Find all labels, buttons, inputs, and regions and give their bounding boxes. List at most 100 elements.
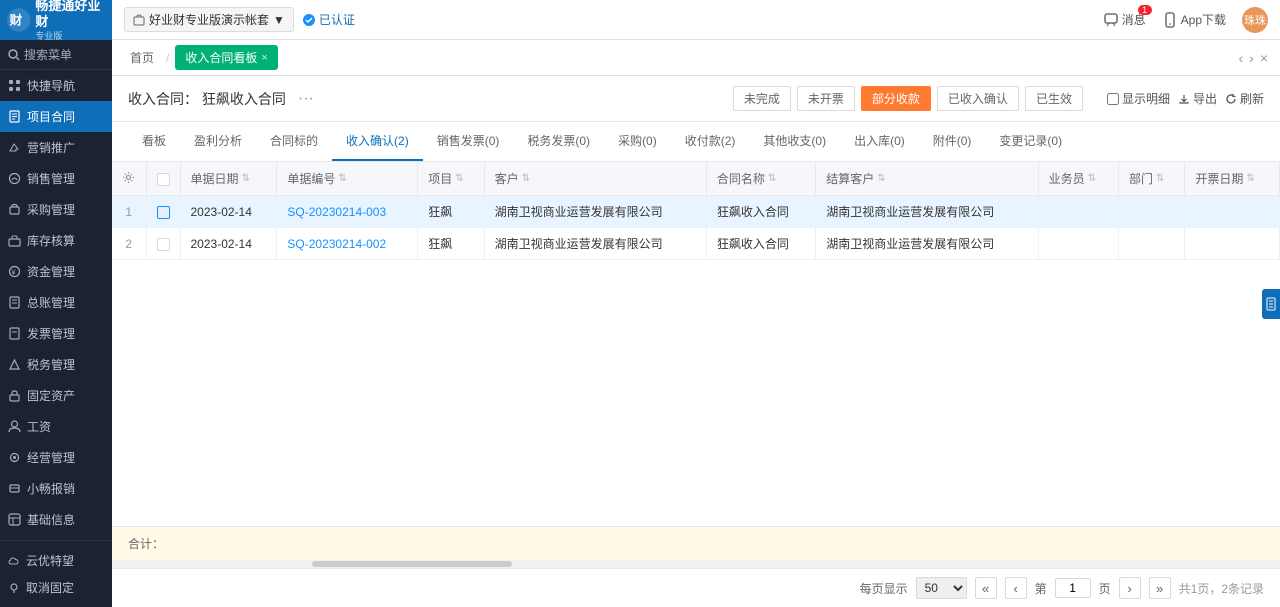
panel-prefix: 收入合同： <box>128 91 198 107</box>
svg-text:¥: ¥ <box>12 270 16 277</box>
sidebar-bottom-item-2[interactable]: 取消固定 <box>0 574 112 601</box>
horizontal-scrollbar[interactable] <box>112 560 1280 568</box>
message-button[interactable]: 1 消息 <box>1103 11 1146 28</box>
sidebar-item-salary[interactable]: 工资 <box>0 411 112 442</box>
status-btn-partial[interactable]: 部分收款 <box>861 86 931 111</box>
tab-sales-invoice[interactable]: 销售发票(0) <box>423 122 514 161</box>
sort-number-icon[interactable]: ⇅ <box>338 173 346 184</box>
row-1-invoice-date <box>1185 196 1280 228</box>
status-btn-incomplete[interactable]: 未完成 <box>733 86 791 111</box>
sidebar-item-assets[interactable]: 固定资产 <box>0 380 112 411</box>
user-avatar[interactable]: 珠珠 <box>1242 7 1268 33</box>
tab-contract-subject[interactable]: 合同标的 <box>256 122 332 161</box>
sidebar-item-tax[interactable]: 税务管理 <box>0 349 112 380</box>
expense-icon <box>8 482 21 495</box>
data-table: 单据日期⇅ 单据编号⇅ 项目⇅ 客户⇅ 合同名称⇅ 结算客户 <box>112 162 1280 260</box>
right-side-panel-icon[interactable] <box>1262 289 1280 319</box>
content-tabs: 看板 盈利分析 合同标的 收入确认(2) 销售发票(0) 税务发票(0) 采购(… <box>112 122 1280 162</box>
sidebar-item-funds[interactable]: ¥ 资金管理 <box>0 256 112 287</box>
sidebar-item-inventory-label: 库存核算 <box>27 232 75 249</box>
topbar: 好业财专业版演示帐套 ▼ 已认证 1 消息 App下载 珠珠 <box>112 0 1280 40</box>
home-tab[interactable]: 首页 <box>124 45 160 70</box>
sort-customer-icon[interactable]: ⇅ <box>522 173 530 184</box>
status-btn-effective[interactable]: 已生效 <box>1025 86 1083 111</box>
tab-income-confirm[interactable]: 收入确认(2) <box>332 122 423 161</box>
scrollbar-thumb[interactable] <box>312 561 512 567</box>
app-download-button[interactable]: App下载 <box>1162 11 1226 28</box>
per-page-select[interactable]: 50 100 200 <box>916 577 967 599</box>
row-1-checkbox[interactable] <box>146 196 180 228</box>
tab-tax-invoice[interactable]: 税务发票(0) <box>513 122 604 161</box>
sort-salesperson-icon[interactable]: ⇅ <box>1088 173 1096 184</box>
sidebar-item-sales[interactable]: 销售管理 <box>0 163 112 194</box>
panel-contract-name: 狂飙收入合同 <box>202 91 286 107</box>
tab-prev-arrow[interactable]: ‹ <box>1238 50 1243 66</box>
status-btn-confirmed[interactable]: 已收入确认 <box>937 86 1019 111</box>
sidebar-item-contract[interactable]: 项目合同 <box>0 101 112 132</box>
sidebar-item-invoice-label: 发票管理 <box>27 325 75 342</box>
tab-other-revenue[interactable]: 其他收支(0) <box>749 122 840 161</box>
sidebar-item-expense[interactable]: 小畅报销 <box>0 473 112 504</box>
row-2-number-link[interactable]: SQ-20230214-002 <box>287 237 386 251</box>
row-2-dept <box>1119 228 1185 260</box>
sidebar-item-management[interactable]: 经营管理 <box>0 442 112 473</box>
sidebar-item-expense-label: 小畅报销 <box>27 480 75 497</box>
export-button[interactable]: 导出 <box>1178 90 1217 107</box>
tab-attachments[interactable]: 附件(0) <box>919 122 986 161</box>
sort-date-icon[interactable]: ⇅ <box>242 173 250 184</box>
sort-settlement-icon[interactable]: ⇅ <box>877 173 885 184</box>
sort-contract-icon[interactable]: ⇅ <box>768 173 776 184</box>
sidebar-logo: 财 畅捷通好业财 专业版 <box>0 0 112 40</box>
tab-nav-arrows: ‹ › × <box>1238 50 1268 66</box>
sidebar: 财 畅捷通好业财 专业版 搜索菜单 快捷导航 项目合同 营销推广 销售管理 采购… <box>0 0 112 607</box>
table-row[interactable]: 1 2023-02-14 SQ-20230214-003 狂飙 湖南卫视商业运营… <box>112 196 1280 228</box>
sidebar-nav-quicklink[interactable]: 快捷导航 <box>0 70 112 101</box>
sort-project-icon[interactable]: ⇅ <box>455 173 463 184</box>
sidebar-item-marketing[interactable]: 营销推广 <box>0 132 112 163</box>
show-detail-checkbox[interactable] <box>1107 93 1119 105</box>
sidebar-item-ledger[interactable]: 总账管理 <box>0 287 112 318</box>
select-all-checkbox[interactable] <box>157 173 170 186</box>
last-page-button[interactable]: » <box>1149 577 1171 599</box>
row-1-contract: 狂飙收入合同 <box>706 196 815 228</box>
page-number-input[interactable] <box>1055 578 1091 598</box>
sidebar-item-basic[interactable]: 基础信息 <box>0 504 112 535</box>
page-suffix: 页 <box>1099 580 1111 597</box>
sort-dept-icon[interactable]: ⇅ <box>1156 173 1164 184</box>
company-selector[interactable]: 好业财专业版演示帐套 ▼ <box>124 7 294 32</box>
panel-menu-button[interactable]: ··· <box>298 90 314 108</box>
purchase-icon <box>8 203 21 216</box>
tab-kanban[interactable]: 看板 <box>128 122 180 161</box>
next-page-button[interactable]: › <box>1119 577 1141 599</box>
tab-change-log[interactable]: 变更记录(0) <box>985 122 1076 161</box>
row-1-number-link[interactable]: SQ-20230214-003 <box>287 205 386 219</box>
refresh-button[interactable]: 刷新 <box>1225 90 1264 107</box>
sort-invoice-date-icon[interactable]: ⇅ <box>1246 173 1254 184</box>
first-page-button[interactable]: « <box>975 577 997 599</box>
tab-payment[interactable]: 收付款(2) <box>671 122 750 161</box>
sidebar-bottom-item-1[interactable]: 云优特望 <box>0 547 112 574</box>
sales-icon <box>8 172 21 185</box>
tab-next-arrow[interactable]: › <box>1249 50 1254 66</box>
sidebar-item-purchase[interactable]: 采购管理 <box>0 194 112 225</box>
table-row[interactable]: 2 2023-02-14 SQ-20230214-002 狂飙 湖南卫视商业运营… <box>112 228 1280 260</box>
prev-page-button[interactable]: ‹ <box>1005 577 1027 599</box>
sidebar-bottom: 云优特望 取消固定 <box>0 540 112 607</box>
tab-close-button[interactable]: × <box>261 52 267 64</box>
contract-board-tab[interactable]: 收入合同看板 × <box>175 45 277 70</box>
settings-column-header[interactable] <box>112 162 146 196</box>
tab-close-all[interactable]: × <box>1260 50 1268 66</box>
status-btn-uninvoiced[interactable]: 未开票 <box>797 86 855 111</box>
logo-icon: 财 <box>6 6 31 34</box>
sidebar-item-inventory[interactable]: 库存核算 <box>0 225 112 256</box>
row-1-number: SQ-20230214-003 <box>277 196 418 228</box>
checkbox-column-header[interactable] <box>146 162 180 196</box>
tab-profit[interactable]: 盈利分析 <box>180 122 256 161</box>
sidebar-item-invoice[interactable]: 发票管理 <box>0 318 112 349</box>
tab-inout-warehouse[interactable]: 出入库(0) <box>840 122 919 161</box>
row-2-checkbox[interactable] <box>146 228 180 260</box>
tab-purchase[interactable]: 采购(0) <box>604 122 671 161</box>
show-detail-toggle[interactable]: 显示明细 <box>1107 90 1170 107</box>
sidebar-search[interactable]: 搜索菜单 <box>0 40 112 70</box>
assets-icon <box>8 389 21 402</box>
